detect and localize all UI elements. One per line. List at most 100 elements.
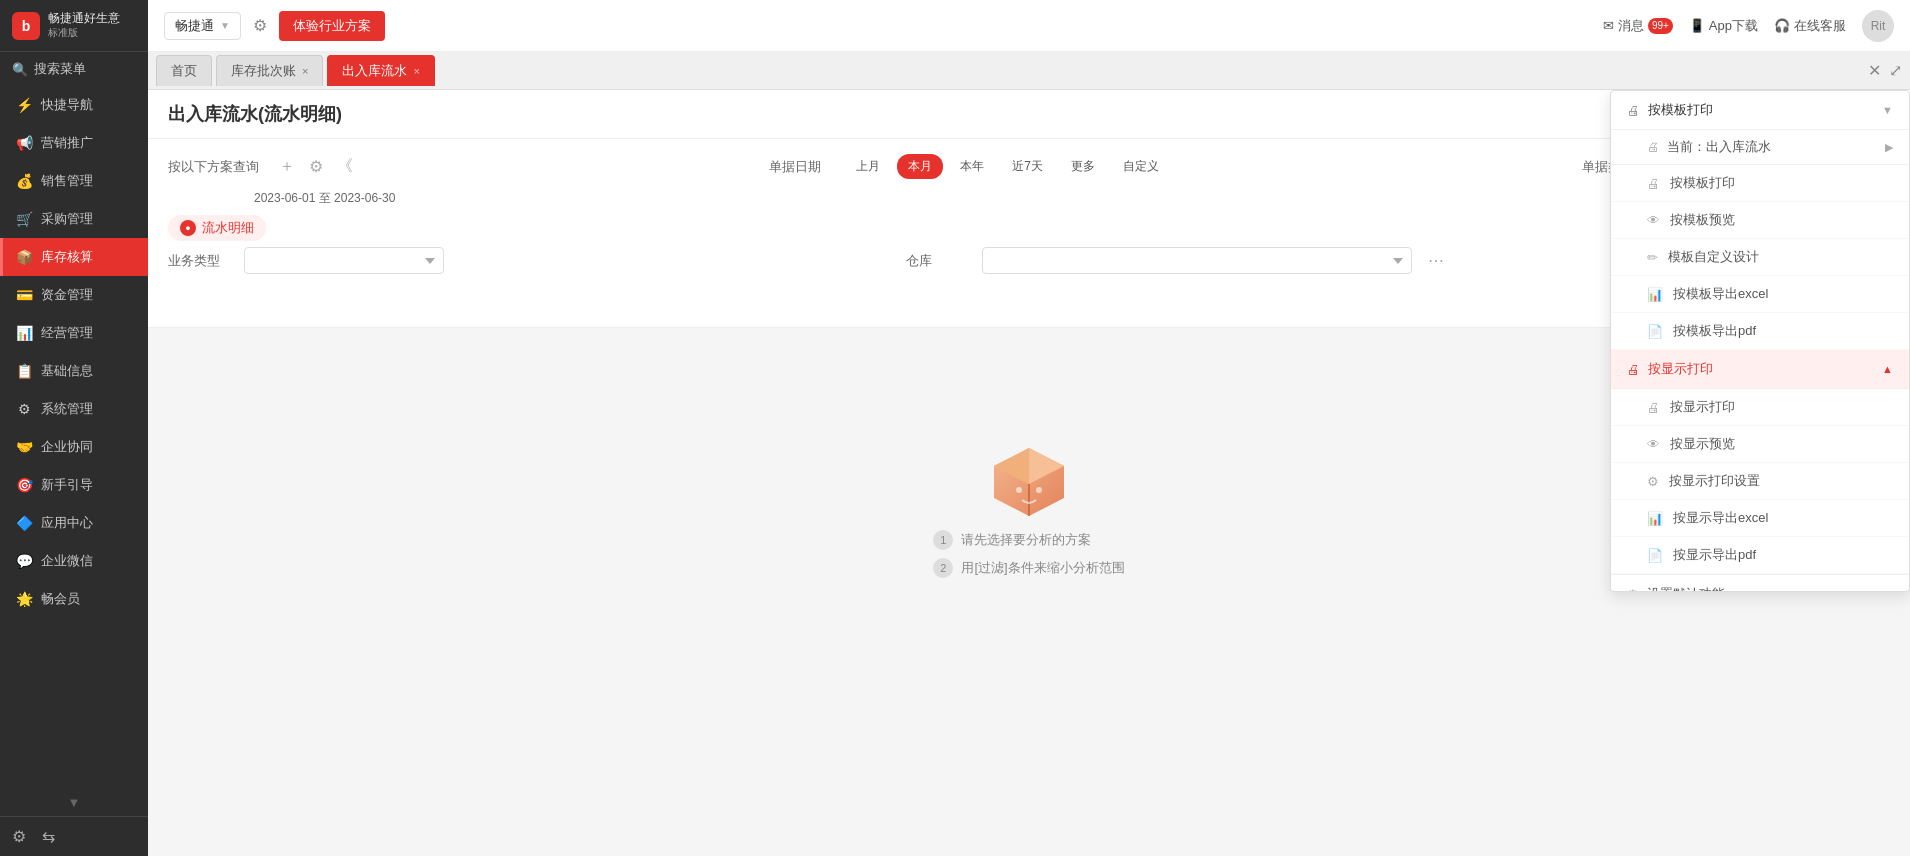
maximize-window-icon[interactable]: ⤢ <box>1889 61 1902 80</box>
template-export-excel-label: 按模板导出excel <box>1673 285 1768 303</box>
user-avatar[interactable]: Rit <box>1862 10 1894 42</box>
topbar: 畅捷通 ▼ ⚙ 体验行业方案 ✉ 消息 99+ 📱 App下载 🎧 在线客服 R… <box>148 0 1910 52</box>
set-default-arrow-icon: ▼ <box>1882 588 1893 591</box>
main-area: 畅捷通 ▼ ⚙ 体验行业方案 ✉ 消息 99+ 📱 App下载 🎧 在线客服 R… <box>148 0 1910 856</box>
template-custom-icon: ✏ <box>1647 250 1658 265</box>
sidebar-item-wechat[interactable]: 💬 企业微信 <box>0 542 148 580</box>
dropdown-current-item: 🖨 当前：出入库流水 ▶ <box>1611 130 1909 165</box>
empty-state-icon <box>984 428 1074 518</box>
sidebar-item-guide[interactable]: 🎯 新手引导 <box>0 466 148 504</box>
sidebar-item-member[interactable]: 🌟 畅会员 <box>0 580 148 618</box>
dropdown-template-export-pdf-item[interactable]: 📄 按模板导出pdf <box>1611 313 1909 350</box>
dropdown-scroll: 🖨 按模板打印 ▼ 🖨 当前：出入库流水 ▶ 🖨 按模板打印 <box>1611 91 1909 591</box>
sidebar-item-finance[interactable]: 💳 资金管理 <box>0 276 148 314</box>
sidebar-item-label: 资金管理 <box>41 286 93 304</box>
dropdown-template-print-item[interactable]: 🖨 按模板打印 <box>1611 165 1909 202</box>
app-download-button[interactable]: 📱 App下载 <box>1689 17 1758 35</box>
template-excel-icon: 📊 <box>1647 287 1663 302</box>
display-pdf-icon: 📄 <box>1647 548 1663 563</box>
date-tag-custom[interactable]: 自定义 <box>1112 154 1170 179</box>
display-print-section-header[interactable]: 🖨 按显示打印 ▲ <box>1611 350 1909 389</box>
sidebar-item-label: 系统管理 <box>41 400 93 418</box>
template-print-section-header[interactable]: 🖨 按模板打印 ▼ <box>1611 91 1909 130</box>
date-tag-more[interactable]: 更多 <box>1060 154 1106 179</box>
sidebar-item-label: 库存核算 <box>41 248 93 266</box>
sidebar-item-quick-nav[interactable]: ⚡ 快捷导航 <box>0 86 148 124</box>
online-service-button[interactable]: 🎧 在线客服 <box>1774 17 1846 35</box>
tab-batch-account-close-icon[interactable]: × <box>302 65 308 77</box>
dropdown-display-print-settings-item[interactable]: ⚙ 按显示打印设置 <box>1611 463 1909 500</box>
sidebar-item-enterprise[interactable]: 🤝 企业协同 <box>0 428 148 466</box>
display-preview-label: 按显示预览 <box>1670 435 1735 453</box>
dropdown-template-export-excel-item[interactable]: 📊 按模板导出excel <box>1611 276 1909 313</box>
system-icon: ⚙ <box>15 401 33 417</box>
sidebar-search[interactable]: 🔍 搜索菜单 <box>0 52 148 86</box>
current-arrow-icon: ▶ <box>1885 141 1893 154</box>
tab-batch-account[interactable]: 库存批次账 × <box>216 55 323 86</box>
sidebar-item-purchase[interactable]: 🛒 采购管理 <box>0 200 148 238</box>
filter-add-btns: ＋ ⚙ 《 <box>275 154 357 179</box>
sidebar: b 畅捷通好生意 标准版 🔍 搜索菜单 ⚡ 快捷导航 📢 营销推广 💰 销售管理… <box>0 0 148 856</box>
sidebar-item-appstore[interactable]: 🔷 应用中心 <box>0 504 148 542</box>
sidebar-item-system[interactable]: ⚙ 系统管理 <box>0 390 148 428</box>
display-print-item-label: 按显示打印 <box>1670 398 1735 416</box>
collapse-sidebar-icon[interactable]: ⇆ <box>42 827 55 846</box>
sidebar-item-label: 营销推广 <box>41 134 93 152</box>
date-tag-this-year[interactable]: 本年 <box>949 154 995 179</box>
template-pdf-icon: 📄 <box>1647 324 1663 339</box>
template-custom-label: 模板自定义设计 <box>1668 248 1759 266</box>
dropdown-display-print-item[interactable]: 🖨 按显示打印 <box>1611 389 1909 426</box>
message-button[interactable]: ✉ 消息 99+ <box>1603 17 1673 35</box>
app-logo-icon: b <box>12 12 40 40</box>
sidebar-item-inventory[interactable]: 📦 库存核算 <box>0 238 148 276</box>
quick-nav-icon: ⚡ <box>15 97 33 113</box>
topbar-user-selector[interactable]: 畅捷通 ▼ <box>164 12 241 40</box>
warehouse-input[interactable] <box>982 247 1412 274</box>
date-tag-7days[interactable]: 近7天 <box>1001 154 1054 179</box>
message-icon: ✉ <box>1603 18 1614 33</box>
business-select[interactable] <box>244 247 444 274</box>
sidebar-item-label: 新手引导 <box>41 476 93 494</box>
warehouse-more-icon[interactable]: ⋯ <box>1428 251 1444 270</box>
set-default-label: 设置默认功能 <box>1647 585 1725 591</box>
template-section-collapse-icon: ▼ <box>1882 104 1893 116</box>
topbar-gear-icon[interactable]: ⚙ <box>253 16 267 35</box>
sidebar-item-label: 快捷导航 <box>41 96 93 114</box>
step2-number: 2 <box>933 558 953 578</box>
filter-settings-icon[interactable]: ⚙ <box>305 155 327 178</box>
filter-collapse-icon[interactable]: 《 <box>333 154 357 179</box>
display-excel-icon: 📊 <box>1647 511 1663 526</box>
template-preview-icon: 👁 <box>1647 213 1660 228</box>
date-tag-this-month[interactable]: 本月 <box>897 154 943 179</box>
template-export-pdf-label: 按模板导出pdf <box>1673 322 1756 340</box>
trial-button[interactable]: 体验行业方案 <box>279 11 385 41</box>
tab-home[interactable]: 首页 <box>156 55 212 86</box>
dropdown-template-preview-item[interactable]: 👁 按模板预览 <box>1611 202 1909 239</box>
dropdown-display-export-excel-item[interactable]: 📊 按显示导出excel <box>1611 500 1909 537</box>
tab-flow-close-icon[interactable]: × <box>413 65 419 77</box>
page-title: 出入库流水(流水明细) <box>168 102 342 138</box>
sidebar-item-business[interactable]: 📊 经营管理 <box>0 314 148 352</box>
step1-number: 1 <box>933 530 953 550</box>
sidebar-item-marketing[interactable]: 📢 营销推广 <box>0 124 148 162</box>
template-print-header-icon: 🖨 <box>1627 103 1640 118</box>
flow-detail-label: 流水明细 <box>202 219 254 237</box>
service-label: 在线客服 <box>1794 17 1846 35</box>
inventory-icon: 📦 <box>15 249 33 265</box>
business-label: 业务类型 <box>168 252 228 270</box>
settings-icon[interactable]: ⚙ <box>12 827 26 846</box>
sidebar-item-basic[interactable]: 📋 基础信息 <box>0 352 148 390</box>
sidebar-scroll-down[interactable]: ▼ <box>0 789 148 816</box>
filter-tag-flow-detail[interactable]: ● 流水明细 <box>168 215 266 241</box>
close-window-icon[interactable]: ✕ <box>1868 61 1881 80</box>
date-tag-last-month[interactable]: 上月 <box>845 154 891 179</box>
filter-add-icon[interactable]: ＋ <box>275 154 299 179</box>
sidebar-item-sales[interactable]: 💰 销售管理 <box>0 162 148 200</box>
sidebar-item-label: 企业协同 <box>41 438 93 456</box>
dropdown-template-custom-item[interactable]: ✏ 模板自定义设计 <box>1611 239 1909 276</box>
tab-flow[interactable]: 出入库流水 × <box>327 55 434 86</box>
topbar-user-arrow-icon: ▼ <box>220 20 230 31</box>
dropdown-display-preview-item[interactable]: 👁 按显示预览 <box>1611 426 1909 463</box>
dropdown-display-export-pdf-item[interactable]: 📄 按显示导出pdf <box>1611 537 1909 574</box>
dropdown-set-default-item[interactable]: ⚙ 设置默认功能 ▼ <box>1611 574 1909 591</box>
